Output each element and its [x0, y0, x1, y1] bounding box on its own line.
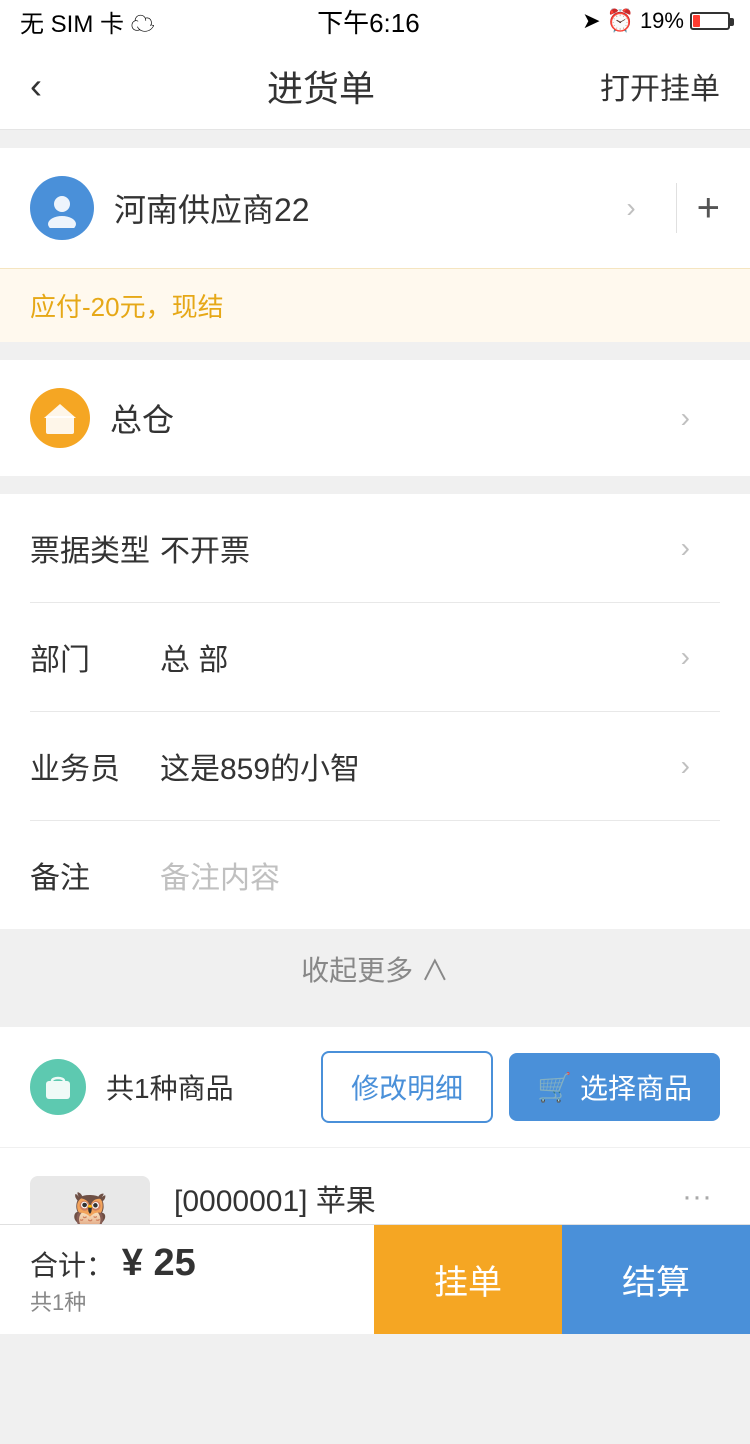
- gap-3: [0, 476, 750, 494]
- edit-detail-button[interactable]: 修改明细: [321, 1051, 493, 1123]
- status-bar: 无 SIM 卡 ☁ 下午6:16 ➤ ⏰ 19%: [0, 0, 750, 42]
- supplier-card: 河南供应商22 › + 应付-20元，现结: [0, 148, 750, 342]
- page-title: 进货单: [267, 60, 375, 112]
- warehouse-icon: [30, 388, 90, 448]
- product-header: 共1种商品 修改明细 🛒 选择商品: [0, 1027, 750, 1147]
- product-icon: [30, 1059, 86, 1115]
- back-button[interactable]: ‹: [30, 65, 42, 107]
- checkout-button[interactable]: 结算: [562, 1225, 750, 1334]
- bottom-spacer: [0, 1324, 750, 1444]
- warehouse-card[interactable]: 总仓 ›: [0, 360, 750, 476]
- alarm-icon: ⏰: [607, 8, 634, 34]
- gap-2: [0, 342, 750, 360]
- select-product-button[interactable]: 🛒 选择商品: [509, 1053, 720, 1121]
- total-amount: ¥ 25: [122, 1242, 196, 1284]
- status-time: 下午6:16: [317, 3, 420, 40]
- invoice-row[interactable]: 票据类型 不开票 ›: [0, 494, 750, 602]
- supplier-name: 河南供应商22: [114, 185, 626, 231]
- product-code: [0000001]: [174, 1185, 307, 1218]
- dept-chevron-icon: ›: [681, 641, 690, 673]
- invoice-chevron-icon: ›: [681, 532, 690, 564]
- product-title: 苹果: [316, 1185, 376, 1218]
- add-button[interactable]: +: [697, 186, 720, 231]
- total-count: 共1种: [30, 1285, 344, 1317]
- total-section: 合计： ¥ 25 共1种: [0, 1225, 374, 1334]
- product-count: 共1种商品: [106, 1067, 321, 1107]
- gap-1: [0, 130, 750, 148]
- gap-4: [0, 1009, 750, 1027]
- salesperson-row[interactable]: 业务员 这是859的小智 ›: [0, 712, 750, 820]
- bottom-bar: 合计： ¥ 25 共1种 挂单 结算: [0, 1224, 750, 1334]
- total-label: 合计：: [30, 1250, 114, 1281]
- warehouse-name: 总仓: [110, 395, 681, 441]
- battery-text: 19%: [640, 8, 684, 34]
- notice-bar: 应付-20元，现结: [0, 268, 750, 342]
- total-row: 合计： ¥ 25: [30, 1242, 344, 1285]
- warehouse-chevron-icon: ›: [681, 402, 690, 434]
- salesperson-chevron-icon: ›: [681, 750, 690, 782]
- invoice-value: 不开票: [160, 526, 681, 570]
- location-icon: ➤: [582, 8, 600, 34]
- status-left: 无 SIM 卡 ☁: [20, 4, 155, 39]
- supplier-avatar: [30, 176, 94, 240]
- product-name: [0000001] 苹果: [174, 1176, 674, 1220]
- supplier-row[interactable]: 河南供应商22 › +: [0, 148, 750, 268]
- dept-value: 总 部: [160, 635, 681, 679]
- more-options-button[interactable]: ···: [674, 1176, 720, 1218]
- form-card: 票据类型 不开票 › 部门 总 部 › 业务员 这是859的小智 › 备注 备注…: [0, 494, 750, 929]
- chevron-right-icon: ›: [626, 192, 635, 224]
- battery-icon: [690, 12, 730, 30]
- hold-button[interactable]: 挂单: [374, 1225, 562, 1334]
- nav-bar: ‹ 进货单 打开挂单: [0, 42, 750, 130]
- salesperson-value: 这是859的小智: [160, 744, 681, 788]
- collapse-bar[interactable]: 收起更多 ∧: [0, 929, 750, 1009]
- invoice-label: 票据类型: [30, 526, 160, 570]
- salesperson-label: 业务员: [30, 744, 160, 788]
- remark-row[interactable]: 备注 备注内容: [0, 821, 750, 929]
- dept-row[interactable]: 部门 总 部 ›: [0, 603, 750, 711]
- signal-text: 无 SIM 卡 ☁: [20, 4, 155, 39]
- collapse-label: 收起更多 ∧: [301, 949, 449, 989]
- select-btn-label: 选择商品: [580, 1067, 692, 1107]
- remark-placeholder[interactable]: 备注内容: [160, 853, 280, 897]
- warehouse-row[interactable]: 总仓 ›: [0, 360, 750, 476]
- remark-label: 备注: [30, 853, 160, 897]
- dept-label: 部门: [30, 635, 160, 679]
- cart-icon: 🛒: [537, 1071, 572, 1104]
- status-right: ➤ ⏰ 19%: [582, 8, 730, 34]
- divider: [676, 183, 677, 233]
- open-hold-button[interactable]: 打开挂单: [600, 64, 720, 108]
